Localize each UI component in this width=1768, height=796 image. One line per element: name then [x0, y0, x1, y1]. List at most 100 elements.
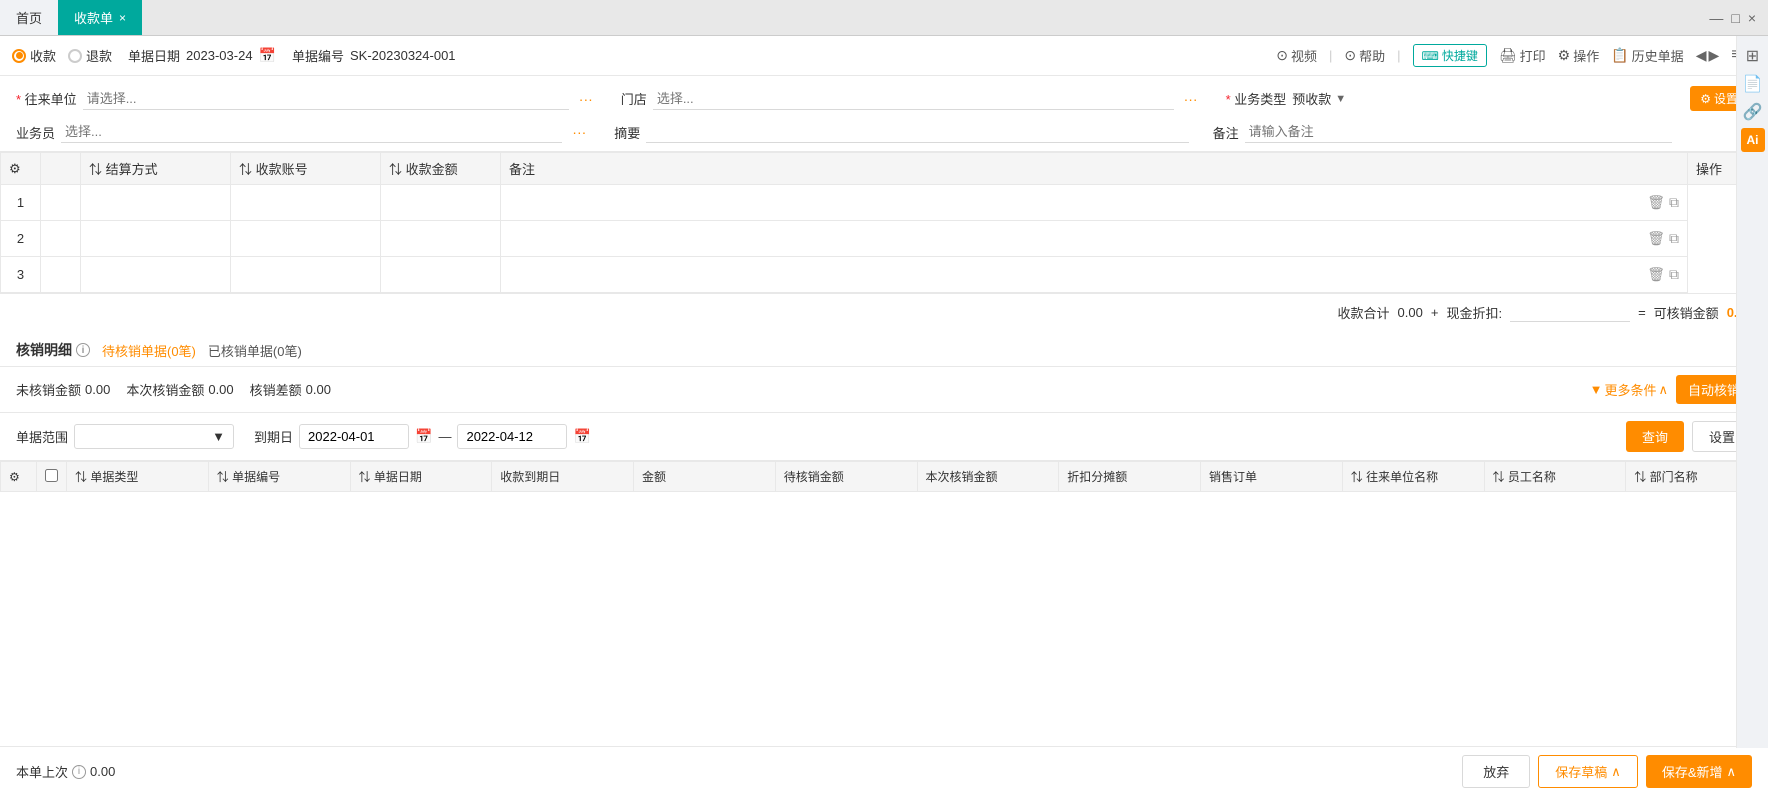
sub-th-doc-type[interactable]: ⇅ 单据类型 — [67, 462, 209, 492]
sidebar-ai-icon[interactable]: Ai — [1741, 128, 1765, 152]
row3-settle[interactable] — [41, 257, 81, 293]
table-settle-th[interactable]: ⇅ 结算方式 — [81, 153, 231, 185]
nav-prev[interactable]: ◀ — [1696, 47, 1707, 64]
row3-copy-btn[interactable]: ⧉ — [1669, 266, 1679, 283]
sub-th-doc-date[interactable]: ⇅ 单据日期 — [350, 462, 492, 492]
store-field: 门店 ··· — [621, 88, 1202, 110]
toolbar-sep1: | — [1329, 48, 1332, 63]
store-input[interactable] — [653, 88, 1174, 110]
date-value[interactable]: 2023-03-24 — [186, 48, 253, 63]
sub-th-doc-num[interactable]: ⇅ 单据编号 — [208, 462, 350, 492]
business-type-select[interactable]: 预收款 ▼ — [1292, 89, 1346, 108]
summary-input[interactable] — [646, 121, 1188, 143]
shortcut-icon: ⌨ — [1422, 49, 1439, 63]
range-dropdown-icon: ▼ — [212, 429, 225, 444]
remark-input[interactable] — [1245, 121, 1672, 143]
tab-active[interactable]: 收款单 × — [58, 0, 142, 35]
query-btn[interactable]: 查询 — [1626, 421, 1684, 452]
diff-label: 核销差额 — [250, 380, 302, 399]
tab-home[interactable]: 首页 — [0, 0, 58, 35]
history-label: 历史单据 — [1632, 46, 1684, 65]
sub-th-discount: 折扣分摊额 — [1059, 462, 1201, 492]
row3-account[interactable] — [81, 257, 231, 293]
close-btn[interactable]: × — [1748, 10, 1756, 26]
select-all-checkbox[interactable] — [45, 469, 58, 482]
operation-btn[interactable]: ⚙ 操作 — [1558, 46, 1600, 65]
due-date-field: 到期日 📅 — 📅 — [254, 424, 591, 449]
row1-account[interactable] — [81, 185, 231, 221]
gear-icon: ⚙ — [1700, 92, 1711, 106]
date-to-input[interactable] — [457, 424, 567, 449]
sub-th-checkbox[interactable] — [37, 462, 67, 492]
discount-input[interactable] — [1510, 302, 1630, 322]
help-btn[interactable]: ⊙ 帮助 — [1344, 46, 1385, 65]
amount-header: 收款金额 — [406, 162, 458, 177]
row3-delete-btn[interactable]: 🗑 — [1647, 266, 1665, 283]
counterpart-input[interactable] — [83, 88, 569, 110]
row1-delete-btn[interactable]: 🗑 — [1647, 194, 1665, 211]
save-draft-arrow: ∧ — [1611, 764, 1621, 780]
sub-th-staff[interactable]: ⇅ 员工名称 — [1484, 462, 1626, 492]
sidebar-table-icon[interactable]: ⊞ — [1741, 44, 1765, 68]
cal-from-icon[interactable]: 📅 — [415, 428, 432, 445]
print-icon: 🖨 — [1499, 47, 1517, 64]
row2-settle[interactable] — [41, 221, 81, 257]
shortcut-btn[interactable]: ⌨ 快捷键 — [1413, 44, 1487, 67]
store-more-btn[interactable]: ··· — [1180, 91, 1202, 107]
maximize-btn[interactable]: □ — [1731, 10, 1739, 26]
row3-remark[interactable] — [381, 257, 501, 293]
bottom-info-icon[interactable]: i — [72, 765, 86, 779]
counterpart-more-btn[interactable]: ··· — [575, 91, 597, 107]
row1-remark[interactable] — [381, 185, 501, 221]
pending-tab[interactable]: 待核销单据(0笔) — [102, 341, 196, 360]
radio-receive[interactable]: 收款 — [12, 46, 56, 65]
minimize-btn[interactable]: — — [1709, 10, 1723, 26]
table-account-th[interactable]: ⇅ 收款账号 — [231, 153, 381, 185]
row1-copy-btn[interactable]: ⧉ — [1669, 194, 1679, 211]
sort-icon-staff: ⇅ — [1493, 470, 1505, 484]
row2-copy-btn[interactable]: ⧉ — [1669, 230, 1679, 247]
cal-to-icon[interactable]: 📅 — [573, 428, 590, 445]
row3-amount[interactable] — [231, 257, 381, 293]
sub-th-counterpart[interactable]: ⇅ 往来单位名称 — [1342, 462, 1484, 492]
print-btn[interactable]: 🖨 打印 — [1499, 46, 1546, 65]
abandon-btn[interactable]: 放弃 — [1462, 755, 1530, 788]
sidebar-doc-icon[interactable]: 📄 — [1741, 72, 1765, 96]
remark-field: 备注 — [1213, 121, 1672, 143]
row2-amount[interactable] — [231, 221, 381, 257]
date-label: 单据日期 — [128, 46, 180, 65]
counterpart-label: 往来单位 — [16, 89, 77, 108]
number-value[interactable]: SK-20230324-001 — [350, 48, 456, 63]
date-from-input[interactable] — [299, 424, 409, 449]
table-row: 2 🗑 ⧉ — [1, 221, 1768, 257]
table-settings-th[interactable]: ⚙ — [1, 153, 41, 185]
shortcut-label: 快捷键 — [1442, 47, 1478, 64]
range-select[interactable]: ▼ — [74, 424, 234, 449]
sidebar-link-icon[interactable]: 🔗 — [1741, 100, 1765, 124]
uncancelled-value: 0.00 — [85, 382, 110, 397]
staff-input[interactable] — [61, 121, 562, 143]
history-btn[interactable]: 📋 历史单据 — [1611, 46, 1683, 65]
table-amount-th[interactable]: ⇅ 收款金额 — [381, 153, 501, 185]
sub-th-settings[interactable]: ⚙ — [1, 462, 37, 492]
tab-close-icon[interactable]: × — [119, 11, 126, 25]
row2-remark[interactable] — [381, 221, 501, 257]
staff-more-btn[interactable]: ··· — [568, 124, 590, 140]
row1-settle[interactable] — [41, 185, 81, 221]
radio-refund[interactable]: 退款 — [68, 46, 112, 65]
calendar-icon[interactable]: 📅 — [259, 47, 276, 64]
save-new-btn[interactable]: 保存&新增 ∧ — [1646, 755, 1752, 788]
sort-icon3: ⇅ — [389, 162, 402, 177]
row1-amount[interactable] — [231, 185, 381, 221]
operation-label: 操作 — [1573, 46, 1599, 65]
done-tab[interactable]: 已核销单据(0笔) — [208, 341, 302, 360]
video-btn[interactable]: ⊙ 视频 — [1276, 46, 1317, 65]
row2-num: 2 — [1, 221, 41, 257]
row2-delete-btn[interactable]: 🗑 — [1647, 230, 1665, 247]
save-draft-btn[interactable]: 保存草稿 ∧ — [1538, 755, 1638, 788]
row2-account[interactable] — [81, 221, 231, 257]
nav-next[interactable]: ▶ — [1708, 47, 1719, 64]
radio-refund-dot — [68, 49, 82, 63]
more-conditions-btn[interactable]: ▼ 更多条件 ∧ — [1590, 380, 1668, 399]
verify-info-icon[interactable]: i — [76, 343, 90, 357]
